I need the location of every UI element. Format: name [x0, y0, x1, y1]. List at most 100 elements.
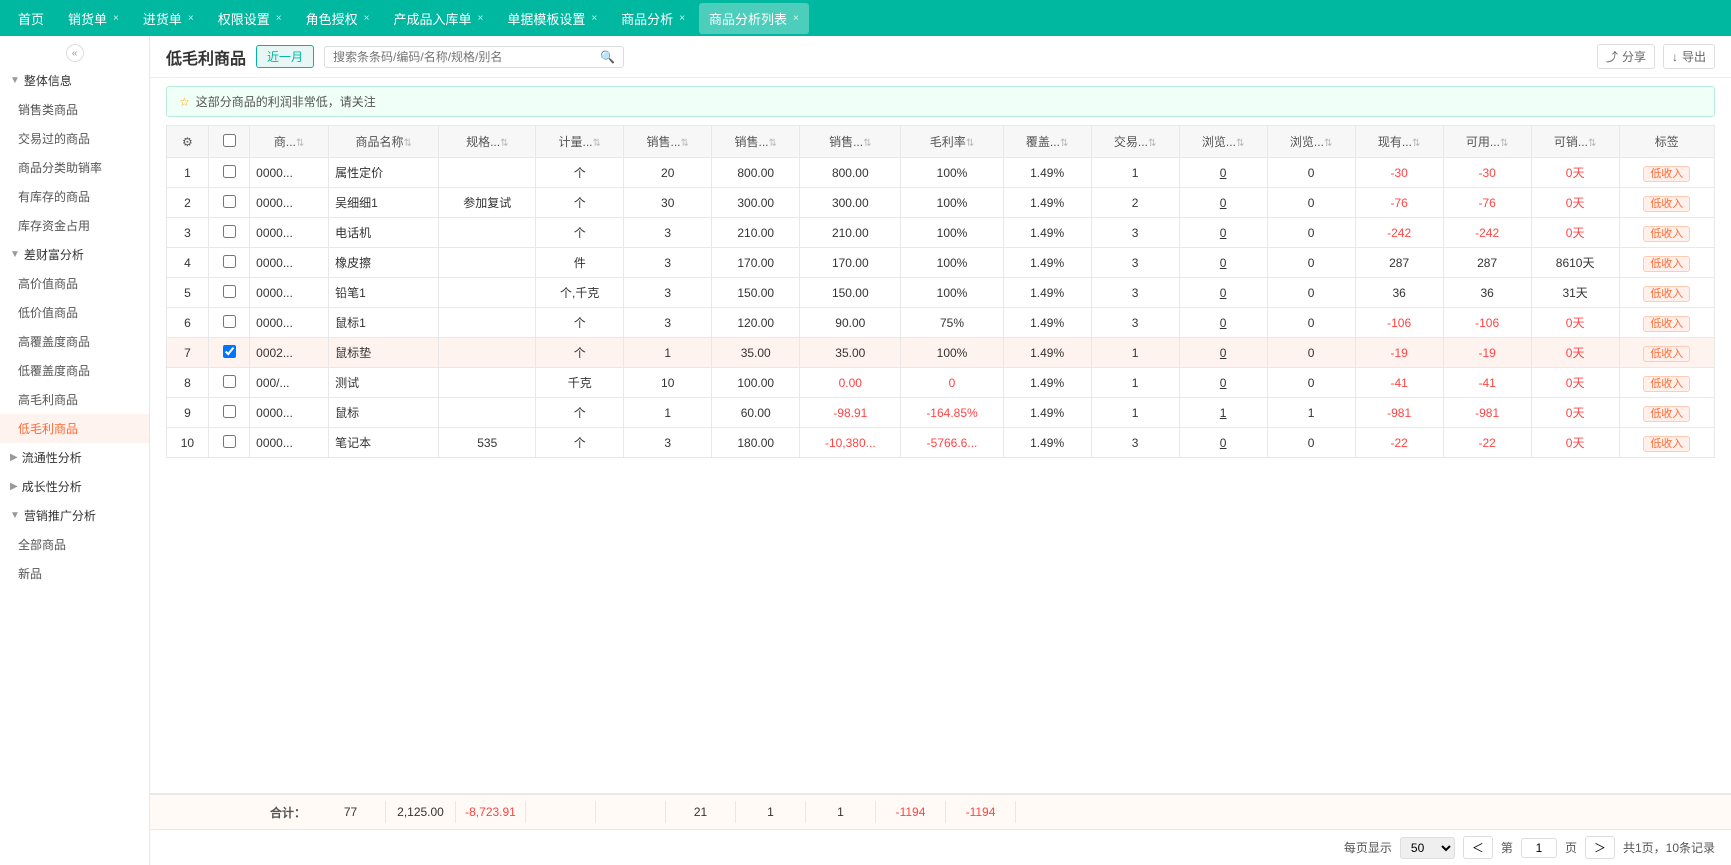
- nav-purchase[interactable]: 进货单 ×: [133, 3, 204, 34]
- nav-products-entry[interactable]: 产成品入库单 ×: [383, 3, 493, 34]
- col-sales-qty[interactable]: 销售...⇅: [624, 126, 712, 158]
- sidebar-item-category-rate[interactable]: 商品分类助销率: [0, 153, 149, 182]
- select-all-checkbox[interactable]: [223, 134, 236, 147]
- share-button[interactable]: ⤴ 分享: [1597, 44, 1655, 69]
- col-stock[interactable]: 现有...⇅: [1355, 126, 1443, 158]
- row-checkbox[interactable]: [223, 375, 236, 388]
- views1-link[interactable]: 0: [1220, 196, 1227, 210]
- views1-link[interactable]: 0: [1220, 166, 1227, 180]
- sidebar-item-high-coverage[interactable]: 高覆盖度商品: [0, 327, 149, 356]
- row-checkbox[interactable]: [223, 195, 236, 208]
- col-code[interactable]: 商...⇅: [250, 126, 329, 158]
- views1-link[interactable]: 0: [1220, 256, 1227, 270]
- cell-checkbox[interactable]: [208, 218, 249, 248]
- nav-sales[interactable]: 销货单 ×: [58, 3, 129, 34]
- row-checkbox[interactable]: [223, 285, 236, 298]
- col-coverage[interactable]: 覆盖...⇅: [1003, 126, 1091, 158]
- sidebar-item-sales-products[interactable]: 销售类商品: [0, 95, 149, 124]
- nav-permissions[interactable]: 权限设置 ×: [208, 3, 292, 34]
- sidebar-item-all-products[interactable]: 全部商品: [0, 530, 149, 559]
- cell-views1[interactable]: 1: [1179, 398, 1267, 428]
- cell-checkbox[interactable]: [208, 188, 249, 218]
- row-checkbox[interactable]: [223, 345, 236, 358]
- nav-products-entry-close[interactable]: ×: [477, 13, 483, 24]
- sidebar-item-new-products[interactable]: 新品: [0, 559, 149, 588]
- cell-views1[interactable]: 0: [1179, 248, 1267, 278]
- cell-views1[interactable]: 0: [1179, 158, 1267, 188]
- col-views2[interactable]: 浏览...⇅: [1267, 126, 1355, 158]
- sidebar-item-stock-capital[interactable]: 库存资金占用: [0, 211, 149, 240]
- search-input[interactable]: [333, 50, 600, 64]
- nav-product-analysis-list-close[interactable]: ×: [793, 13, 799, 24]
- nav-product-analysis-close[interactable]: ×: [679, 13, 685, 24]
- sidebar-group-growth[interactable]: ▶ 成长性分析: [0, 472, 149, 501]
- nav-template[interactable]: 单据模板设置 ×: [497, 3, 607, 34]
- nav-template-close[interactable]: ×: [591, 13, 597, 24]
- prev-page-btn[interactable]: ＜: [1463, 836, 1493, 859]
- nav-home[interactable]: 首页: [8, 3, 54, 34]
- cell-views1[interactable]: 0: [1179, 218, 1267, 248]
- next-page-btn[interactable]: ＞: [1585, 836, 1615, 859]
- row-checkbox[interactable]: [223, 225, 236, 238]
- row-checkbox[interactable]: [223, 165, 236, 178]
- views1-link[interactable]: 0: [1220, 346, 1227, 360]
- cell-checkbox[interactable]: [208, 158, 249, 188]
- cell-checkbox[interactable]: [208, 308, 249, 338]
- export-button[interactable]: ↓ 导出: [1663, 44, 1715, 69]
- nav-product-analysis-list[interactable]: 商品分析列表 ×: [699, 3, 809, 34]
- sidebar-group-overall[interactable]: ▼ 整体信息: [0, 66, 149, 95]
- cell-views1[interactable]: 0: [1179, 278, 1267, 308]
- views1-link[interactable]: 0: [1220, 376, 1227, 390]
- row-checkbox[interactable]: [223, 435, 236, 448]
- sidebar-item-stocked-products[interactable]: 有库存的商品: [0, 182, 149, 211]
- row-checkbox[interactable]: [223, 255, 236, 268]
- sidebar-item-low-margin[interactable]: 低毛利商品: [0, 414, 149, 443]
- cell-views1[interactable]: 0: [1179, 368, 1267, 398]
- nav-permissions-close[interactable]: ×: [276, 13, 282, 24]
- sidebar-item-high-margin[interactable]: 高毛利商品: [0, 385, 149, 414]
- nav-purchase-close[interactable]: ×: [188, 13, 194, 24]
- row-checkbox[interactable]: [223, 315, 236, 328]
- nav-product-analysis[interactable]: 商品分析 ×: [611, 3, 695, 34]
- col-unit[interactable]: 计量...⇅: [536, 126, 624, 158]
- sidebar-group-flow[interactable]: ▶ 流通性分析: [0, 443, 149, 472]
- sidebar-group-wealth[interactable]: ▼ 差财富分析: [0, 240, 149, 269]
- col-gross-margin[interactable]: 毛利率⇅: [901, 126, 1003, 158]
- col-settings[interactable]: ⚙: [167, 126, 209, 158]
- col-name[interactable]: 商品名称⇅: [329, 126, 439, 158]
- cell-views1[interactable]: 0: [1179, 188, 1267, 218]
- cell-checkbox[interactable]: [208, 248, 249, 278]
- cell-checkbox[interactable]: [208, 398, 249, 428]
- nav-roles-close[interactable]: ×: [364, 13, 370, 24]
- views1-link[interactable]: 1: [1220, 406, 1227, 420]
- cell-checkbox[interactable]: [208, 278, 249, 308]
- sidebar-group-marketing[interactable]: ▼ 营销推广分析: [0, 501, 149, 530]
- col-checkbox-all[interactable]: [208, 126, 249, 158]
- cell-views1[interactable]: 0: [1179, 338, 1267, 368]
- col-saleable[interactable]: 可销...⇅: [1531, 126, 1619, 158]
- nav-sales-close[interactable]: ×: [113, 13, 119, 24]
- col-trade-count[interactable]: 交易...⇅: [1091, 126, 1179, 158]
- col-views1[interactable]: 浏览...⇅: [1179, 126, 1267, 158]
- filter-recent-month[interactable]: 近一月: [256, 45, 314, 68]
- cell-views1[interactable]: 0: [1179, 308, 1267, 338]
- sidebar-collapse-btn[interactable]: «: [66, 44, 84, 62]
- search-icon[interactable]: 🔍: [600, 50, 615, 64]
- views1-link[interactable]: 0: [1220, 286, 1227, 300]
- page-num-input[interactable]: [1521, 838, 1557, 858]
- per-page-select[interactable]: 50 100 200: [1400, 837, 1455, 859]
- row-checkbox[interactable]: [223, 405, 236, 418]
- cell-views1[interactable]: 0: [1179, 428, 1267, 458]
- views1-link[interactable]: 0: [1220, 316, 1227, 330]
- views1-link[interactable]: 0: [1220, 226, 1227, 240]
- sidebar-item-high-value[interactable]: 高价值商品: [0, 269, 149, 298]
- sidebar-item-low-coverage[interactable]: 低覆盖度商品: [0, 356, 149, 385]
- sidebar-item-low-value[interactable]: 低价值商品: [0, 298, 149, 327]
- col-spec[interactable]: 规格...⇅: [439, 126, 536, 158]
- views1-link[interactable]: 0: [1220, 436, 1227, 450]
- col-sales-profit[interactable]: 销售...⇅: [800, 126, 901, 158]
- nav-roles[interactable]: 角色授权 ×: [296, 3, 380, 34]
- sidebar-item-traded-products[interactable]: 交易过的商品: [0, 124, 149, 153]
- col-sales-amt[interactable]: 销售...⇅: [712, 126, 800, 158]
- cell-checkbox[interactable]: [208, 428, 249, 458]
